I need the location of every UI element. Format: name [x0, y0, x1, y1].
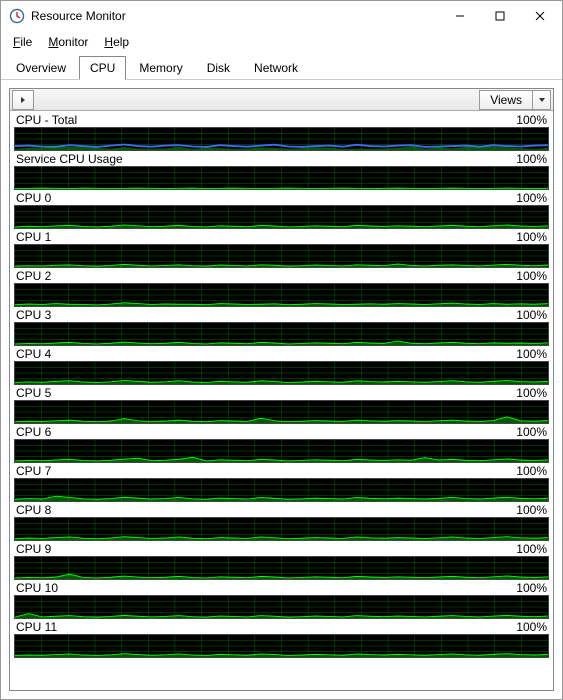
chart-row: CPU 8 100% — [14, 503, 549, 541]
chart-body — [14, 166, 549, 190]
window-title: Resource Monitor — [31, 9, 440, 23]
chart-body — [14, 361, 549, 385]
chart-row: CPU 2 100% — [14, 269, 549, 307]
chart-name: CPU 7 — [16, 464, 51, 478]
chart-header: CPU 6 100% — [14, 425, 549, 439]
chart-row: CPU 1 100% — [14, 230, 549, 268]
chart-scale: 100% — [516, 230, 547, 244]
app-icon — [9, 8, 25, 24]
minimize-button[interactable] — [440, 2, 480, 30]
chart-scale: 100% — [516, 113, 547, 127]
chart-header: CPU 4 100% — [14, 347, 549, 361]
chart-header: CPU 2 100% — [14, 269, 549, 283]
chart-name: CPU 0 — [16, 191, 51, 205]
tab-memory[interactable]: Memory — [128, 56, 193, 80]
chart-name: CPU 11 — [16, 620, 57, 634]
chart-row: CPU 6 100% — [14, 425, 549, 463]
chart-name: CPU 1 — [16, 230, 51, 244]
collapse-button[interactable] — [12, 90, 34, 110]
chart-header: CPU 1 100% — [14, 230, 549, 244]
chart-scale: 100% — [516, 191, 547, 205]
maximize-button[interactable] — [480, 2, 520, 30]
chart-body — [14, 322, 549, 346]
chart-row: CPU 9 100% — [14, 542, 549, 580]
chart-header: CPU 11 100% — [14, 620, 549, 634]
chart-name: CPU 8 — [16, 503, 51, 517]
chart-scale: 100% — [516, 503, 547, 517]
chart-body — [14, 595, 549, 619]
views-button[interactable]: Views — [479, 90, 551, 110]
tab-bar: Overview CPU Memory Disk Network — [1, 53, 562, 80]
chart-row: Service CPU Usage 100% — [14, 152, 549, 190]
views-dropdown-icon[interactable] — [533, 90, 551, 110]
chart-header: Service CPU Usage 100% — [14, 152, 549, 166]
tab-overview[interactable]: Overview — [5, 56, 77, 80]
chart-header: CPU 3 100% — [14, 308, 549, 322]
chart-row: CPU 3 100% — [14, 308, 549, 346]
close-button[interactable] — [520, 2, 560, 30]
chart-body — [14, 400, 549, 424]
menu-file[interactable]: File — [5, 33, 40, 51]
views-label[interactable]: Views — [479, 90, 533, 110]
chart-body — [14, 634, 549, 658]
chart-name: CPU 10 — [16, 581, 58, 595]
chart-scale: 100% — [516, 464, 547, 478]
chart-header: CPU - Total 100% — [14, 113, 549, 127]
chart-header: CPU 5 100% — [14, 386, 549, 400]
chart-body — [14, 478, 549, 502]
chart-body — [14, 244, 549, 268]
chart-header: CPU 8 100% — [14, 503, 549, 517]
menu-help[interactable]: Help — [96, 33, 137, 51]
chart-name: CPU 4 — [16, 347, 51, 361]
charts-panel: Views CPU - Total 100% Service CPU Usage 10… — [9, 88, 554, 691]
chart-name: CPU 6 — [16, 425, 51, 439]
chart-row: CPU 11 100% — [14, 620, 549, 658]
chart-scale: 100% — [516, 152, 547, 166]
chart-scale: 100% — [516, 386, 547, 400]
chart-body — [14, 283, 549, 307]
chart-header: CPU 9 100% — [14, 542, 549, 556]
tab-network[interactable]: Network — [243, 56, 309, 80]
chart-name: CPU - Total — [16, 113, 77, 127]
menubar: File Monitor Help — [1, 31, 562, 53]
tab-disk[interactable]: Disk — [196, 56, 241, 80]
panel-toolbar: Views — [10, 89, 553, 111]
content-area: Views CPU - Total 100% Service CPU Usage 10… — [1, 80, 562, 699]
chart-name: CPU 3 — [16, 308, 51, 322]
chart-row: CPU 10 100% — [14, 581, 549, 619]
chart-scale: 100% — [516, 347, 547, 361]
chart-row: CPU 5 100% — [14, 386, 549, 424]
chart-name: CPU 5 — [16, 386, 51, 400]
menu-monitor[interactable]: Monitor — [40, 33, 96, 51]
chart-scale: 100% — [516, 269, 547, 283]
chart-scale: 100% — [516, 542, 547, 556]
chart-row: CPU 0 100% — [14, 191, 549, 229]
chart-scale: 100% — [516, 581, 547, 595]
chart-body — [14, 439, 549, 463]
chart-scale: 100% — [516, 308, 547, 322]
tab-cpu[interactable]: CPU — [79, 56, 126, 80]
chart-row: CPU - Total 100% — [14, 113, 549, 151]
chart-header: CPU 7 100% — [14, 464, 549, 478]
chart-scale: 100% — [516, 425, 547, 439]
chart-body — [14, 517, 549, 541]
chart-header: CPU 10 100% — [14, 581, 549, 595]
chart-scale: 100% — [516, 620, 547, 634]
titlebar: Resource Monitor — [1, 1, 562, 31]
charts-container: CPU - Total100%Service CPU Usage100%CPU … — [10, 111, 553, 690]
chart-body — [14, 205, 549, 229]
chart-row: CPU 7 100% — [14, 464, 549, 502]
chart-body — [14, 127, 549, 151]
chart-header: CPU 0 100% — [14, 191, 549, 205]
chart-row: CPU 4 100% — [14, 347, 549, 385]
chart-name: CPU 2 — [16, 269, 51, 283]
chart-body — [14, 556, 549, 580]
chart-name: CPU 9 — [16, 542, 51, 556]
chart-name: Service CPU Usage — [16, 152, 123, 166]
